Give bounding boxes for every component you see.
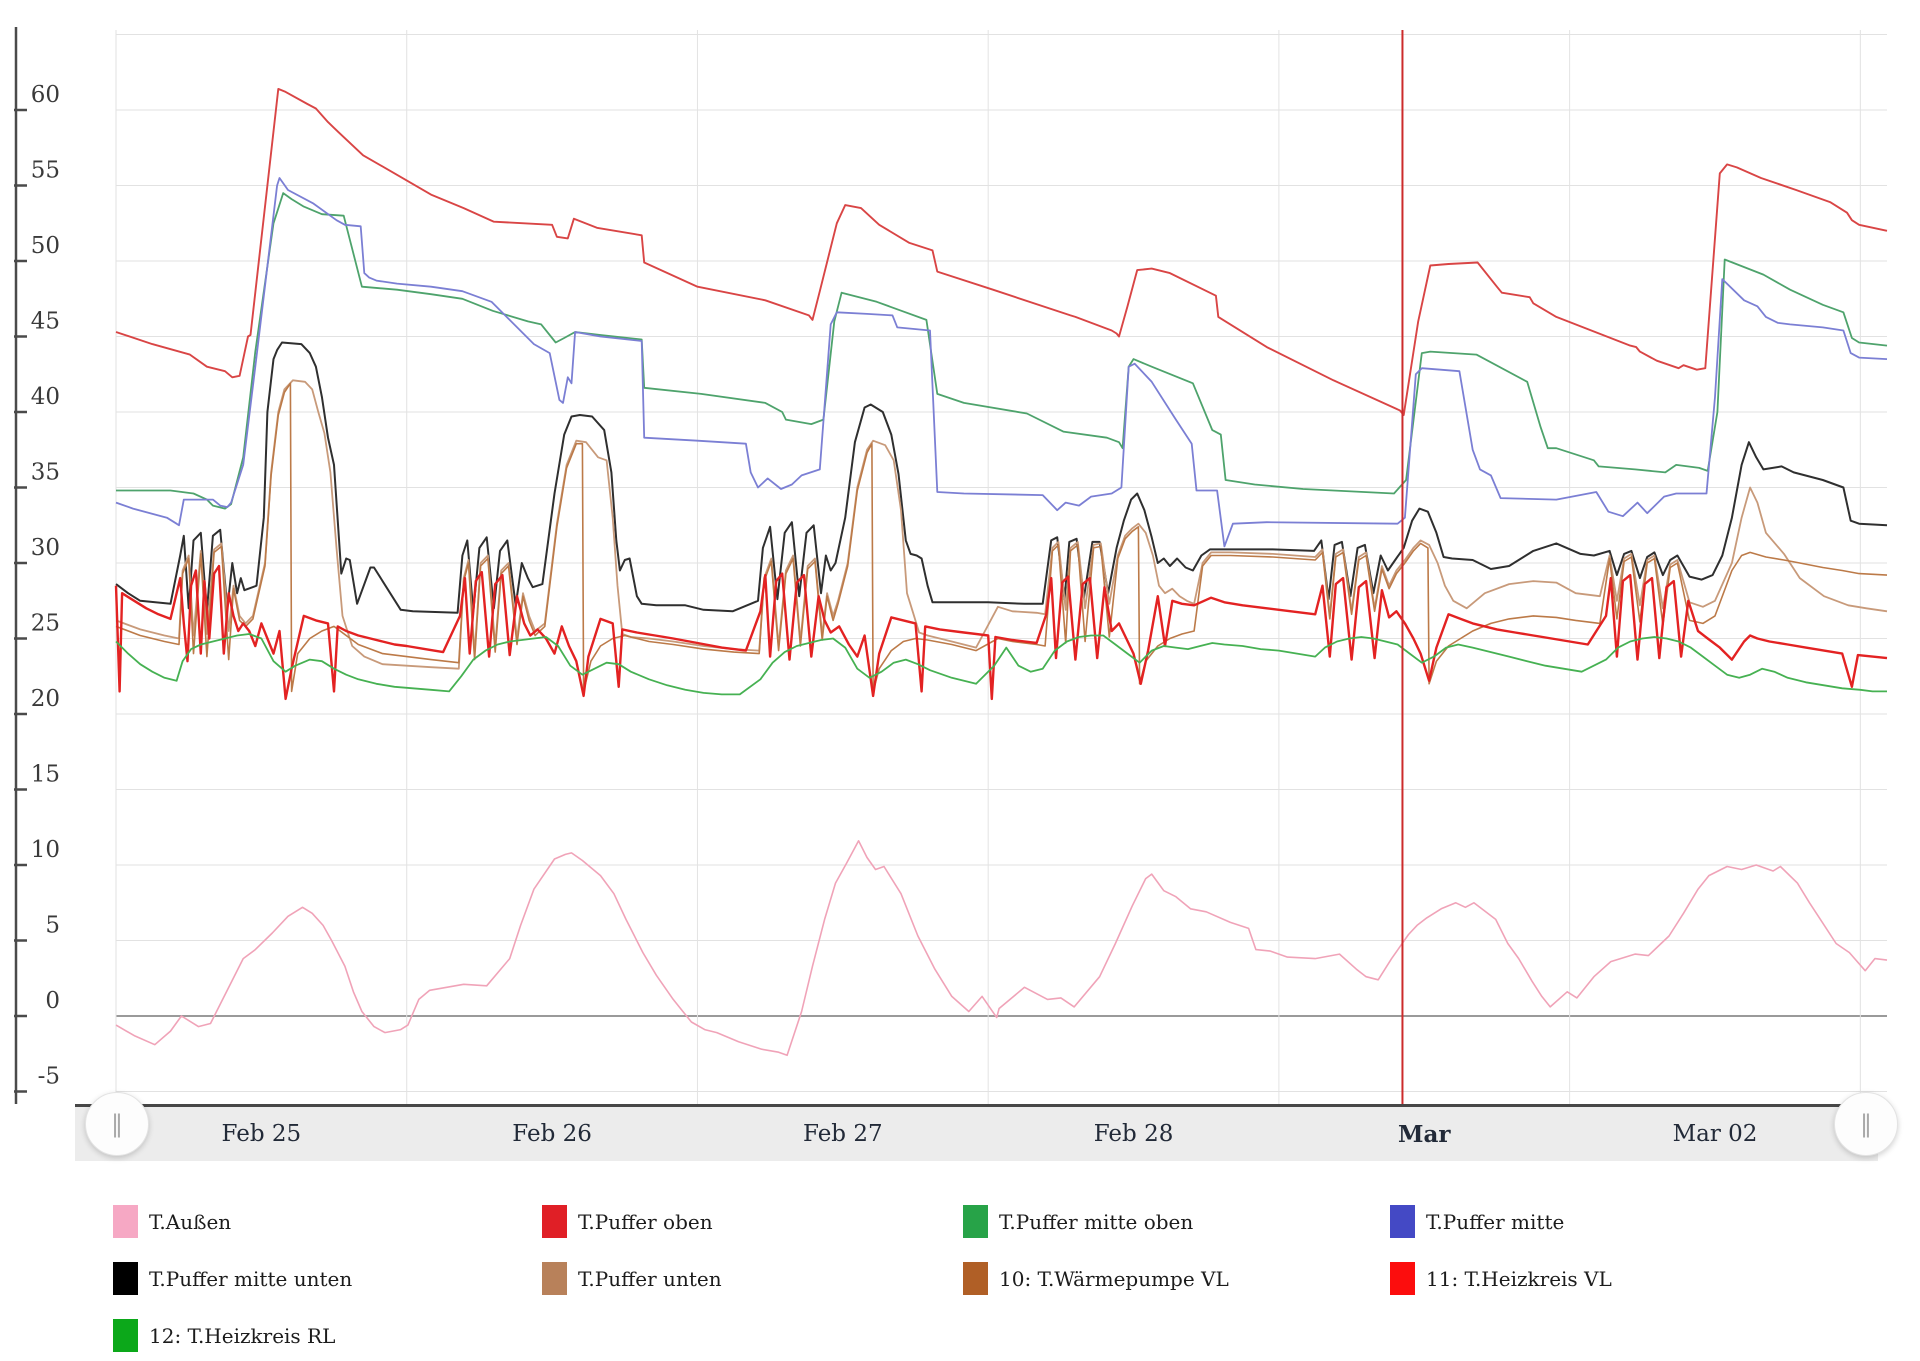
legend-label: T.Puffer unten <box>578 1267 722 1291</box>
legend-label: T.Außen <box>149 1210 231 1234</box>
legend-item-7[interactable]: 10: T.Wärmepumpe VL <box>963 1262 1229 1295</box>
legend-swatch-icon <box>963 1205 988 1238</box>
x-date-label: Mar 02 <box>1673 1121 1758 1147</box>
legend-item-2[interactable]: T.Puffer oben <box>542 1205 713 1238</box>
legend-swatch-icon <box>113 1205 138 1238</box>
y-tick-label: 40 <box>31 384 60 410</box>
x-date-label: Feb 26 <box>512 1121 592 1147</box>
scrollbar-handle-left[interactable]: ‖ <box>85 1092 149 1156</box>
series-line-t-puffer-oben <box>116 89 1887 415</box>
chart-page: 605550454035302520151050-5 Feb 25Feb 26F… <box>0 0 1920 1361</box>
legend-swatch-icon <box>1390 1205 1415 1238</box>
legend-label: T.Puffer mitte <box>1426 1210 1564 1234</box>
legend-swatch-icon <box>1390 1262 1415 1295</box>
x-date-label: Feb 28 <box>1094 1121 1174 1147</box>
chart-canvas[interactable]: 605550454035302520151050-5 <box>0 0 1920 1104</box>
x-date-label: Feb 27 <box>803 1121 883 1147</box>
legend-label: T.Puffer oben <box>578 1210 713 1234</box>
legend-item-5[interactable]: T.Puffer mitte unten <box>113 1262 352 1295</box>
time-scrollbar[interactable]: Feb 25 Feb 26 Feb 27 Feb 28 Mar Mar 02 <box>75 1104 1878 1161</box>
series-line-t-au-en <box>116 841 1887 1056</box>
legend-item-3[interactable]: T.Puffer mitte oben <box>963 1205 1193 1238</box>
drag-handle-icon: ‖ <box>111 1110 123 1138</box>
y-tick-label: 20 <box>31 686 60 712</box>
legend-label: T.Puffer mitte oben <box>999 1210 1193 1234</box>
series-line-t-puffer-mitte-oben <box>116 193 1887 509</box>
y-tick-label: 60 <box>31 82 60 108</box>
y-tick-label: -5 <box>38 1064 60 1090</box>
legend-swatch-icon <box>113 1319 138 1352</box>
y-tick-label: 35 <box>31 460 60 486</box>
legend-label: 12: T.Heizkreis RL <box>149 1324 335 1348</box>
legend-swatch-icon <box>542 1262 567 1295</box>
legend-label: 11: T.Heizkreis VL <box>1426 1267 1612 1291</box>
legend-item-9[interactable]: 12: T.Heizkreis RL <box>113 1319 335 1352</box>
drag-handle-icon: ‖ <box>1860 1110 1872 1138</box>
scrollbar-handle-right[interactable]: ‖ <box>1834 1092 1898 1156</box>
legend-label: T.Puffer mitte unten <box>149 1267 352 1291</box>
legend-item-1[interactable]: T.Außen <box>113 1205 231 1238</box>
x-date-label: Mar <box>1398 1121 1450 1148</box>
y-tick-label: 5 <box>45 913 60 939</box>
series-line-t-puffer-unten <box>116 380 1887 668</box>
series-line-11-t-heizkreis-vl <box>116 566 1887 699</box>
y-tick-label: 50 <box>31 233 60 259</box>
y-tick-label: 25 <box>31 611 60 637</box>
y-tick-label: 45 <box>31 309 60 335</box>
series-line-t-puffer-mitte <box>116 178 1887 546</box>
y-tick-label: 0 <box>45 988 60 1014</box>
legend-swatch-icon <box>542 1205 567 1238</box>
legend-item-8[interactable]: 11: T.Heizkreis VL <box>1390 1262 1612 1295</box>
y-tick-label: 55 <box>31 158 60 184</box>
legend-item-4[interactable]: T.Puffer mitte <box>1390 1205 1564 1238</box>
legend-swatch-icon <box>963 1262 988 1295</box>
legend-swatch-icon <box>113 1262 138 1295</box>
y-tick-label: 10 <box>31 837 60 863</box>
x-date-label: Feb 25 <box>222 1121 302 1147</box>
y-tick-label: 15 <box>31 762 60 788</box>
legend-label: 10: T.Wärmepumpe VL <box>999 1267 1229 1291</box>
legend-item-6[interactable]: T.Puffer unten <box>542 1262 722 1295</box>
y-tick-label: 30 <box>31 535 60 561</box>
